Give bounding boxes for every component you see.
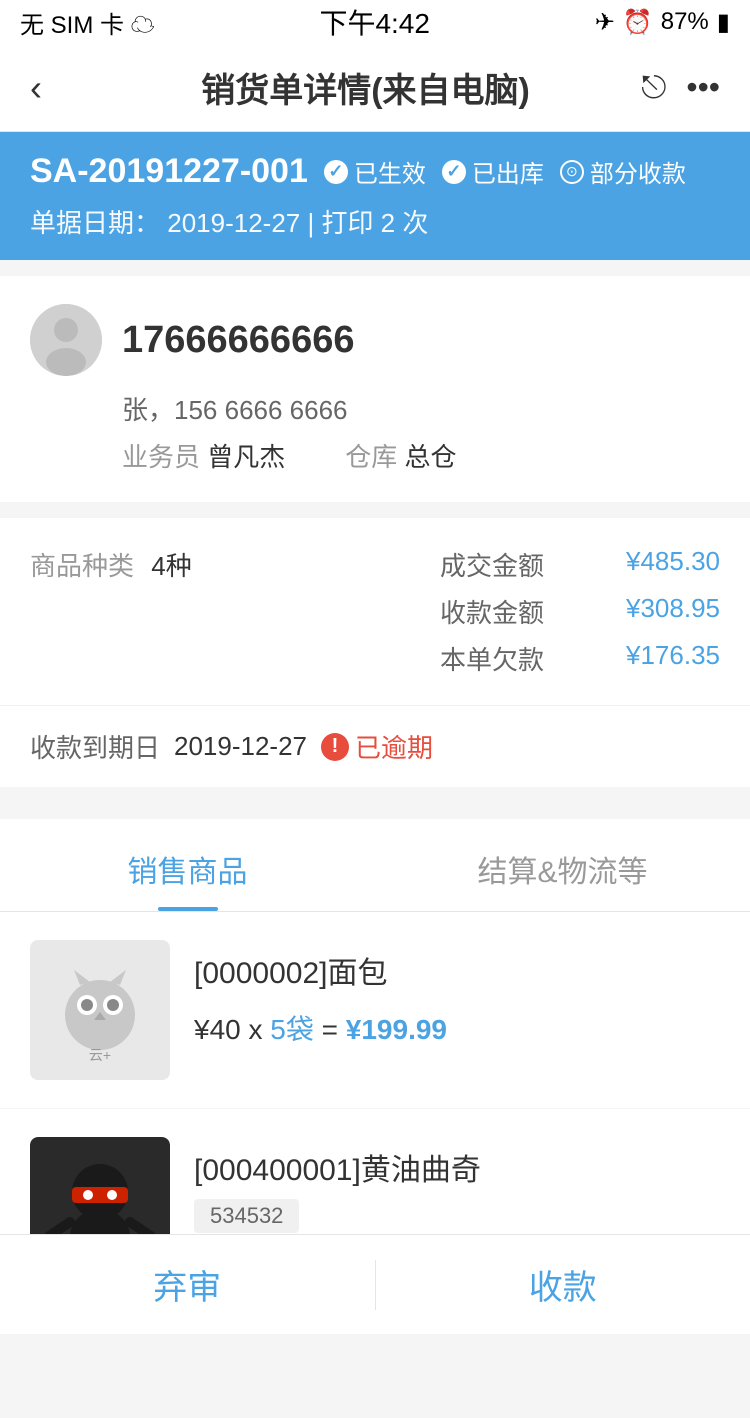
received-row: 收款金额 ¥308.95 [440,593,720,630]
clock-icon: ⊙ [560,160,584,184]
overdue-icon: ! [321,733,349,761]
product-qty-1: 5袋 [270,1014,314,1045]
sales-label: 业务员 [122,442,200,472]
order-header: SA-20191227-001 ✓ 已生效 ✓ 已出库 ⊙ 部分收款 单据日期：… [0,132,750,260]
avatar [30,304,102,376]
order-id: SA-20191227-001 [30,152,308,191]
product-unit-price-1: ¥40 [194,1014,241,1045]
product-name-1: [0000002]面包 [194,948,720,992]
product-type-count: 4种 [151,551,191,581]
product-sku-badge: 534532 [194,1199,299,1233]
customer-name-row: 张，156 6666 6666 [30,390,720,427]
due-label: 收款到期日 [30,728,160,765]
date-label: 单据日期： [30,208,160,238]
page-title: 销货单详情(来自电脑) [201,63,530,112]
summary-row: 商品种类 4种 成交金额 ¥485.30 收款金额 ¥308.95 本单欠款 ¥… [30,546,720,677]
customer-phone: 17666666666 [122,319,354,362]
badge-shipped: ✓ 已出库 [442,154,544,189]
check-icon-2: ✓ [442,160,466,184]
tabs-header: 销售商品 结算&物流等 [0,819,750,912]
product-code-2: [000400001] [194,1154,361,1187]
badge-effective-label: 已生效 [354,154,426,189]
nav-bar: ‹ 销货单详情(来自电脑) ⎋ ••• [0,44,750,132]
summary-right: 成交金额 ¥485.30 收款金额 ¥308.95 本单欠款 ¥176.35 [440,546,720,677]
product-title-1: 面包 [327,957,387,990]
tab-sales-products[interactable]: 销售商品 [0,819,375,911]
summary-left: 商品种类 4种 [30,546,192,583]
product-price-row-1: ¥40 x 5袋 = ¥199.99 [194,1008,720,1048]
status-bar-left: 无 SIM 卡 ☁ [20,5,155,40]
badge-effective: ✓ 已生效 [324,154,426,189]
warehouse-label: 仓库 [345,442,397,472]
divider-1 [0,502,750,518]
amount-row: 成交金额 ¥485.30 [440,546,720,583]
alarm-icon: ⏰ [623,8,653,37]
svg-text:云+: 云+ [89,1047,111,1063]
amount-value: ¥485.30 [626,546,720,583]
bottom-bar: 弃审 收款 [0,1234,750,1334]
check-icon-1: ✓ [324,160,348,184]
summary-section: 商品种类 4种 成交金额 ¥485.30 收款金额 ¥308.95 本单欠款 ¥… [0,518,750,705]
sales-name: 曾凡杰 [207,442,285,472]
divider-2 [0,787,750,803]
product-image-1: 云+ [30,940,170,1080]
tab-settlement[interactable]: 结算&物流等 [375,819,750,911]
warehouse-info: 仓库 总仓 [345,437,456,474]
overdue-badge: ! 已逾期 [321,728,433,765]
share-icon[interactable]: ⎋ [641,69,666,107]
product-name-2: [000400001]黄油曲奇 [194,1145,720,1189]
warehouse-name: 总仓 [405,442,457,472]
customer-row: 17666666666 [30,304,720,376]
product-title-2: 黄油曲奇 [361,1154,481,1187]
due-section: 收款到期日 2019-12-27 ! 已逾期 [0,705,750,787]
customer-section: 17666666666 张，156 6666 6666 业务员 曾凡杰 仓库 总… [0,276,750,502]
battery-level: 87% [661,8,709,36]
product-info-1: [0000002]面包 ¥40 x 5袋 = ¥199.99 [194,940,720,1080]
product-code-1: [0000002] [194,957,327,990]
abandon-review-button[interactable]: 弃审 [0,1240,375,1329]
customer-meta-row: 业务员 曾凡杰 仓库 总仓 [30,437,720,474]
product-total-1: ¥199.99 [346,1014,447,1045]
tab-sales-label: 销售商品 [128,856,248,889]
collect-payment-button[interactable]: 收款 [376,1240,750,1329]
product-equals-1: = [322,1014,346,1045]
badge-partial-label: 部分收款 [590,154,686,189]
overdue-label: 已逾期 [355,728,433,765]
received-label: 收款金额 [440,593,544,630]
owed-value: ¥176.35 [626,640,720,677]
print-info: | 打印 2 次 [307,208,428,238]
nav-actions: ⎋ ••• [641,69,720,107]
status-bar-time: 下午4:42 [319,2,430,42]
product-type-label: 商品种类 [30,551,134,581]
sales-info: 业务员 曾凡杰 [122,437,285,474]
status-bar: 无 SIM 卡 ☁ 下午4:42 ✈ ⏰ 87% ▮ [0,0,750,44]
product-item: 云+ [0000002]面包 ¥40 x 5袋 = ¥199.99 [0,912,750,1109]
sim-status: 无 SIM 卡 ☁ [20,5,155,40]
tab-settlement-label: 结算&物流等 [477,856,647,889]
badge-partial: ⊙ 部分收款 [560,154,686,189]
due-date: 2019-12-27 [174,731,307,762]
product-type-item: 商品种类 4种 [30,546,192,583]
back-button[interactable]: ‹ [30,67,90,109]
order-date-row: 单据日期： 2019-12-27 | 打印 2 次 [30,203,720,240]
order-date: 2019-12-27 [167,208,300,238]
product-multiply-1: x [249,1014,271,1045]
battery-icon: ▮ [717,8,730,37]
order-id-row: SA-20191227-001 ✓ 已生效 ✓ 已出库 ⊙ 部分收款 [30,152,720,191]
more-icon[interactable]: ••• [686,69,720,106]
status-bar-right: ✈ ⏰ 87% ▮ [595,8,730,37]
badge-shipped-label: 已出库 [472,154,544,189]
amount-label: 成交金额 [440,546,544,583]
received-value: ¥308.95 [626,593,720,630]
owed-label: 本单欠款 [440,640,544,677]
owed-row: 本单欠款 ¥176.35 [440,640,720,677]
location-icon: ✈ [595,8,615,37]
